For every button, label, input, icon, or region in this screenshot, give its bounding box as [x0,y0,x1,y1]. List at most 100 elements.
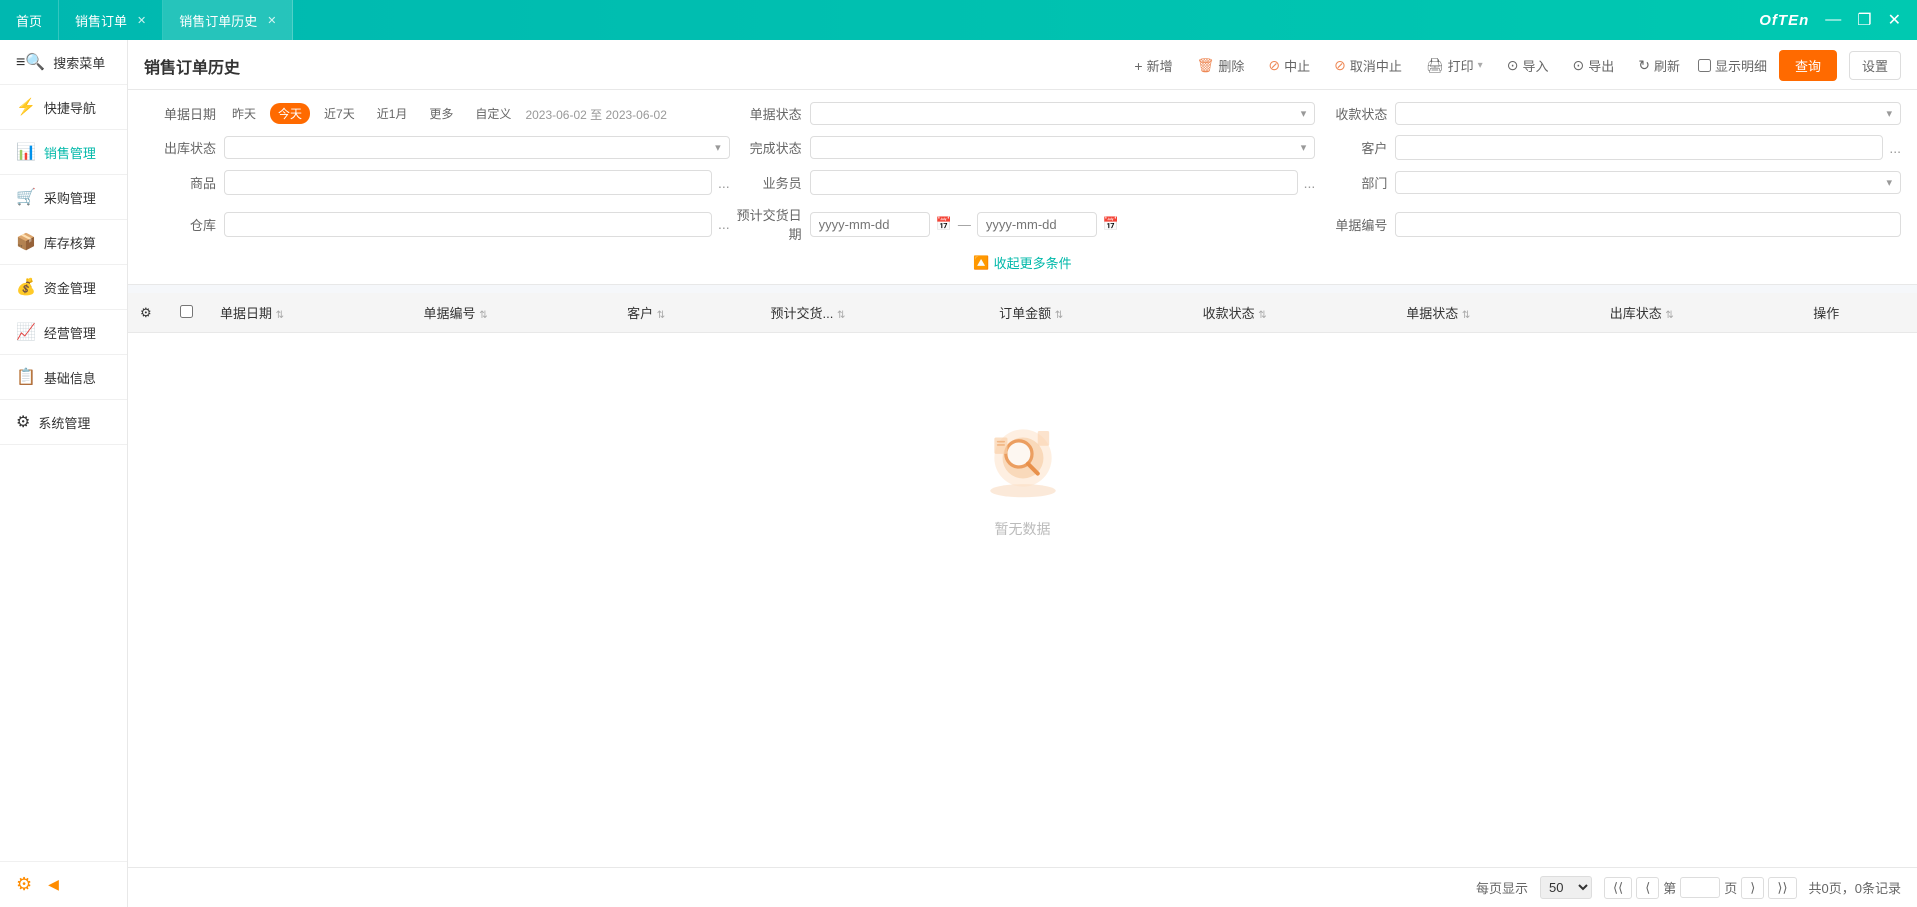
topbar-window-close[interactable]: — [1825,11,1841,29]
settings-button[interactable]: 设置 [1849,51,1901,80]
tab-sales-order-history-close[interactable]: ✕ [267,14,276,27]
filter-cell-department: 部门 ▾ [1315,170,1901,195]
department-label: 部门 [1315,173,1395,192]
warehouse-ellipsis-btn[interactable]: ... [718,216,730,232]
sidebar-item-purchase-mgmt[interactable]: 🛒 采购管理 [0,175,127,220]
sidebar-item-operations[interactable]: 📈 经营管理 [0,310,127,355]
display-detail-checkbox[interactable] [1698,59,1711,72]
expected-date-end-calendar-icon[interactable]: 📅 [1103,216,1119,232]
delivery-status-select[interactable]: ▾ [224,136,730,159]
th-amount[interactable]: 订单金额 ⇅ [987,293,1191,333]
page-last-button[interactable]: ⟩⟩ [1768,877,1796,899]
sidebar-item-sales-mgmt[interactable]: 📊 销售管理 [0,130,127,175]
th-gear[interactable]: ⚙ [128,293,168,333]
order-status-label: 单据状态 [730,104,810,123]
stop-label: 中止 [1284,56,1310,75]
department-select[interactable]: ▾ [1395,171,1901,194]
date-btn-yesterday[interactable]: 昨天 [224,103,264,124]
tab-sales-order[interactable]: 销售订单 ✕ [59,0,163,40]
sort-payment-status-icon: ⇅ [1258,310,1266,321]
export-button[interactable]: ⊙ 导出 [1566,52,1620,79]
import-button[interactable]: ⊙ 导入 [1501,52,1555,79]
new-button[interactable]: + 新增 [1128,52,1178,79]
th-delivery-status[interactable]: 出库状态 ⇅ [1598,293,1802,333]
order-no-input[interactable] [1395,212,1901,237]
query-button[interactable]: 查询 [1779,50,1837,81]
sort-no-icon: ⇅ [479,310,487,321]
per-page-label: 每页显示 [1476,878,1528,897]
topbar-window-restore[interactable]: ❐ [1857,10,1871,30]
page-next-button[interactable]: ⟩ [1741,877,1764,899]
date-btn-last1m[interactable]: 近1月 [369,103,416,124]
collapse-button[interactable]: 🔼 收起更多条件 [144,253,1901,272]
page-number-input[interactable]: 1 [1680,877,1720,898]
cancel-stop-button[interactable]: ⊘ 取消中止 [1328,52,1408,79]
select-all-checkbox[interactable] [180,305,193,318]
search-menu-icon: ≡🔍 [16,52,45,72]
th-order-status[interactable]: 单据状态 ⇅ [1394,293,1598,333]
expected-date-start-input[interactable] [810,212,930,237]
order-status-select[interactable]: ▾ [810,102,1316,125]
th-customer-label: 客户 [627,306,653,321]
refresh-icon: ↻ [1638,57,1650,74]
payment-status-select[interactable]: ▾ [1395,102,1901,125]
tab-sales-order-close[interactable]: ✕ [137,14,146,27]
page-first-button[interactable]: ⟨⟨ [1604,877,1632,899]
print-button[interactable]: 🖨 打印 ▾ [1420,52,1489,79]
sidebar-item-sys-mgmt[interactable]: ⚙ 系统管理 [0,400,127,445]
date-btn-last7[interactable]: 近7天 [316,103,363,124]
salesperson-input[interactable] [810,170,1298,195]
th-action: 操作 [1801,293,1917,333]
filter-cell-expected-date: 预计交货日期 📅 — 📅 [730,205,1316,243]
expected-date-start-calendar-icon[interactable]: 📅 [936,216,952,232]
th-expected-date[interactable]: 预计交货... ⇅ [759,293,988,333]
display-detail-wrap[interactable]: 显示明细 [1698,56,1767,75]
th-no[interactable]: 单据编号 ⇅ [412,293,616,333]
page-prev-button[interactable]: ⟨ [1636,877,1659,899]
date-btn-custom[interactable]: 自定义 [467,103,519,124]
sidebar-item-quick-nav[interactable]: ⚡ 快捷导航 [0,85,127,130]
tab-home[interactable]: 首页 [0,0,59,40]
filter-area: 单据日期 昨天 今天 近7天 近1月 更多 自定义 2023-06-02 至 2… [128,90,1917,285]
salesperson-ellipsis-btn[interactable]: ... [1304,175,1316,191]
warehouse-content: ... [224,212,730,237]
th-payment-status[interactable]: 收款状态 ⇅ [1191,293,1395,333]
tab-home-label: 首页 [16,11,42,30]
sidebar-collapse-icon[interactable]: ◀ [48,876,59,893]
sidebar-item-finance-label: 资金管理 [44,278,96,297]
complete-status-select[interactable]: ▾ [810,136,1316,159]
goods-ellipsis-btn[interactable]: ... [718,175,730,191]
filter-cell-payment-status: 收款状态 ▾ [1315,102,1901,125]
filter-cell-complete-status: 完成状态 ▾ [730,135,1316,160]
filter-cell-goods: 商品 ... [144,170,730,195]
th-customer[interactable]: 客户 ⇅ [615,293,758,333]
order-status-content: ▾ [810,102,1316,125]
per-page-select[interactable]: 50 10 20 100 [1540,876,1592,899]
topbar-window-x[interactable]: ✕ [1888,10,1901,30]
sidebar-bottom: ⚙ ◀ [0,861,127,907]
th-check[interactable] [168,293,208,333]
table-footer: 每页显示 50 10 20 100 ⟨⟨ ⟨ 第 1 页 ⟩ ⟩⟩ 共0页，0条… [128,867,1917,907]
date-btn-today[interactable]: 今天 [270,103,310,124]
customer-input[interactable] [1395,135,1883,160]
customer-ellipsis-btn[interactable]: ... [1889,140,1901,156]
expected-date-end-input[interactable] [977,212,1097,237]
sidebar-item-finance[interactable]: 💰 资金管理 [0,265,127,310]
new-label: 新增 [1147,56,1173,75]
warehouse-input[interactable] [224,212,712,237]
sidebar-settings-icon[interactable]: ⚙ [16,874,32,895]
delete-button[interactable]: 🗑 删除 [1191,52,1251,79]
sidebar-item-base-info[interactable]: 📋 基础信息 [0,355,127,400]
th-date[interactable]: 单据日期 ⇅ [208,293,412,333]
th-no-label: 单据编号 [424,306,476,321]
sidebar-item-search-menu[interactable]: ≡🔍 搜索菜单 [0,40,127,85]
date-btn-more[interactable]: 更多 [421,103,461,124]
th-date-label: 单据日期 [220,306,272,321]
sidebar-item-inventory[interactable]: 📦 库存核算 [0,220,127,265]
stop-button[interactable]: ⊘ 中止 [1262,52,1316,79]
sidebar-item-quick-nav-label: 快捷导航 [44,98,96,117]
order-status-arrow-icon: ▾ [1301,107,1307,120]
goods-input[interactable] [224,170,712,195]
refresh-button[interactable]: ↻ 刷新 [1632,52,1686,79]
tab-sales-order-history[interactable]: 销售订单历史 ✕ [163,0,293,40]
